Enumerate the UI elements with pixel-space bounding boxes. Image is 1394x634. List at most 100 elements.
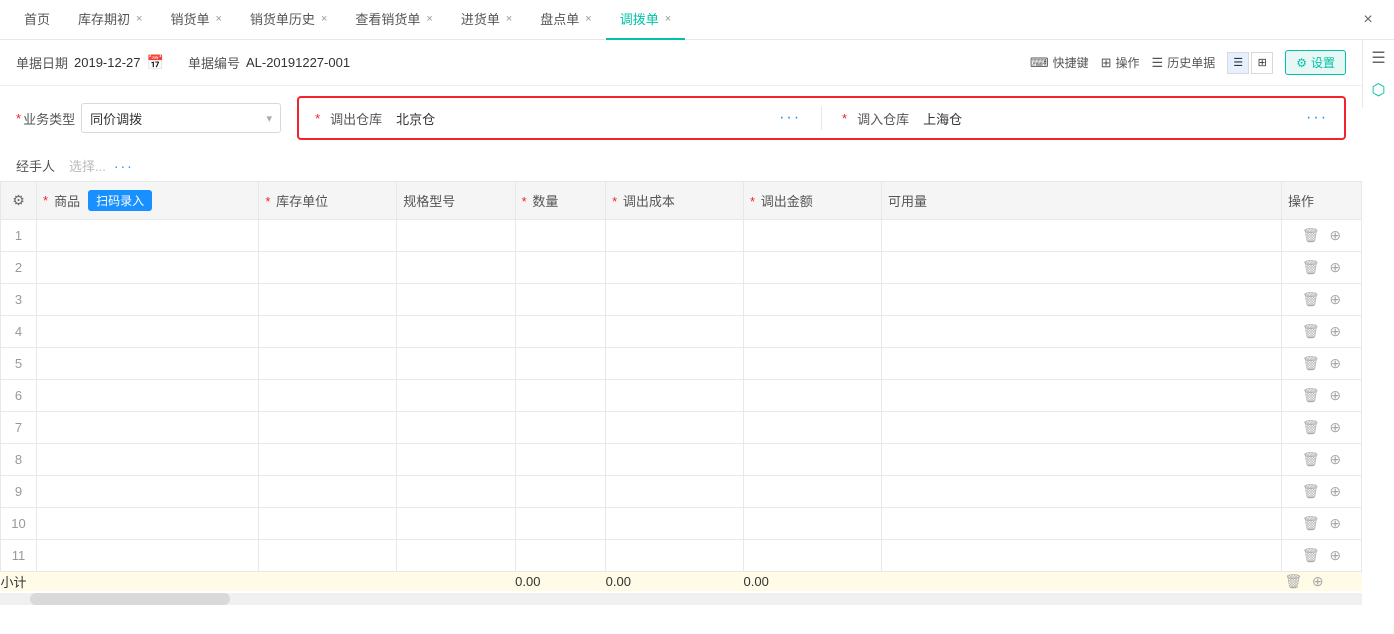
history-btn[interactable]: ☰ 历史单据 xyxy=(1152,54,1216,71)
row-delete-icon-7[interactable]: 🗑 xyxy=(1302,419,1320,435)
row-unit-1[interactable] xyxy=(259,220,397,252)
horizontal-scrollbar[interactable] xyxy=(0,593,1362,605)
row-amount-4[interactable] xyxy=(744,316,882,348)
row-copy-icon-8[interactable]: ⊕ xyxy=(1329,451,1341,467)
tab-close-sales-history[interactable]: × xyxy=(321,13,327,25)
row-product-11[interactable] xyxy=(37,540,259,572)
row-unit-8[interactable] xyxy=(259,444,397,476)
row-cost-4[interactable] xyxy=(606,316,744,348)
tab-close-inventory-check[interactable]: × xyxy=(585,13,591,25)
row-amount-5[interactable] xyxy=(744,348,882,380)
row-qty-2[interactable] xyxy=(515,252,606,284)
in-warehouse-more-btn[interactable]: ··· xyxy=(1306,109,1328,127)
row-available-3[interactable] xyxy=(882,284,1282,316)
row-delete-icon-11[interactable]: 🗑 xyxy=(1302,547,1320,563)
shortcuts-btn[interactable]: ⌨ 快捷键 xyxy=(1030,54,1089,71)
row-amount-11[interactable] xyxy=(744,540,882,572)
row-product-3[interactable] xyxy=(37,284,259,316)
row-amount-6[interactable] xyxy=(744,380,882,412)
row-copy-icon-3[interactable]: ⊕ xyxy=(1329,291,1341,307)
row-qty-1[interactable] xyxy=(515,220,606,252)
row-product-2[interactable] xyxy=(37,252,259,284)
tab-sales-order[interactable]: 销货单 × xyxy=(156,0,235,40)
row-spec-3[interactable] xyxy=(397,284,515,316)
row-qty-9[interactable] xyxy=(515,476,606,508)
row-spec-10[interactable] xyxy=(397,508,515,540)
row-delete-icon-4[interactable]: 🗑 xyxy=(1302,323,1320,339)
tab-close-transfer[interactable]: × xyxy=(665,13,671,25)
row-delete-icon-2[interactable]: 🗑 xyxy=(1302,259,1320,275)
row-cost-2[interactable] xyxy=(606,252,744,284)
row-copy-icon-1[interactable]: ⊕ xyxy=(1329,227,1341,243)
row-product-4[interactable] xyxy=(37,316,259,348)
scan-btn[interactable]: 扫码录入 xyxy=(88,190,152,211)
row-copy-icon-9[interactable]: ⊕ xyxy=(1329,483,1341,499)
row-unit-7[interactable] xyxy=(259,412,397,444)
tab-close-sales-order[interactable]: × xyxy=(215,13,221,25)
tab-close-inventory-init[interactable]: × xyxy=(136,13,142,25)
scrollbar-thumb[interactable] xyxy=(30,593,230,605)
row-unit-9[interactable] xyxy=(259,476,397,508)
table-settings-icon[interactable]: ⚙ xyxy=(12,192,25,208)
tab-close-purchase[interactable]: × xyxy=(506,13,512,25)
sidebar-external-icon[interactable]: ⬡ xyxy=(1372,80,1386,100)
row-delete-icon-1[interactable]: 🗑 xyxy=(1302,227,1320,243)
handler-input[interactable]: 选择... xyxy=(69,156,106,175)
row-spec-5[interactable] xyxy=(397,348,515,380)
row-unit-6[interactable] xyxy=(259,380,397,412)
row-product-1[interactable] xyxy=(37,220,259,252)
row-amount-10[interactable] xyxy=(744,508,882,540)
settings-btn[interactable]: ⚙ 设置 xyxy=(1285,50,1346,75)
row-product-5[interactable] xyxy=(37,348,259,380)
row-cost-7[interactable] xyxy=(606,412,744,444)
tab-sales-history[interactable]: 销货单历史 × xyxy=(236,0,341,40)
row-qty-4[interactable] xyxy=(515,316,606,348)
calendar-icon[interactable]: 📅 xyxy=(147,54,164,71)
row-product-8[interactable] xyxy=(37,444,259,476)
row-available-8[interactable] xyxy=(882,444,1282,476)
row-cost-9[interactable] xyxy=(606,476,744,508)
row-delete-icon-3[interactable]: 🗑 xyxy=(1302,291,1320,307)
row-qty-3[interactable] xyxy=(515,284,606,316)
row-spec-6[interactable] xyxy=(397,380,515,412)
row-unit-11[interactable] xyxy=(259,540,397,572)
row-available-2[interactable] xyxy=(882,252,1282,284)
row-copy-icon-2[interactable]: ⊕ xyxy=(1329,259,1341,275)
row-spec-7[interactable] xyxy=(397,412,515,444)
row-delete-icon-10[interactable]: 🗑 xyxy=(1302,515,1320,531)
row-qty-10[interactable] xyxy=(515,508,606,540)
tab-inventory-init[interactable]: 库存期初 × xyxy=(64,0,156,40)
row-amount-9[interactable] xyxy=(744,476,882,508)
row-cost-5[interactable] xyxy=(606,348,744,380)
row-product-6[interactable] xyxy=(37,380,259,412)
window-close-button[interactable]: × xyxy=(1352,4,1384,36)
row-cost-11[interactable] xyxy=(606,540,744,572)
row-spec-1[interactable] xyxy=(397,220,515,252)
row-copy-icon-7[interactable]: ⊕ xyxy=(1329,419,1341,435)
row-qty-6[interactable] xyxy=(515,380,606,412)
subtotal-delete-icon[interactable]: 🗑 xyxy=(1285,573,1303,589)
row-cost-6[interactable] xyxy=(606,380,744,412)
row-cost-10[interactable] xyxy=(606,508,744,540)
row-unit-5[interactable] xyxy=(259,348,397,380)
operations-btn[interactable]: ⊞ 操作 xyxy=(1101,54,1140,71)
row-copy-icon-10[interactable]: ⊕ xyxy=(1329,515,1341,531)
row-cost-8[interactable] xyxy=(606,444,744,476)
row-delete-icon-8[interactable]: 🗑 xyxy=(1302,451,1320,467)
row-available-6[interactable] xyxy=(882,380,1282,412)
layout-list-btn[interactable]: ☰ xyxy=(1227,52,1249,74)
row-available-1[interactable] xyxy=(882,220,1282,252)
row-spec-11[interactable] xyxy=(397,540,515,572)
row-spec-9[interactable] xyxy=(397,476,515,508)
row-copy-icon-5[interactable]: ⊕ xyxy=(1329,355,1341,371)
row-available-7[interactable] xyxy=(882,412,1282,444)
tab-view-sales[interactable]: 查看销货单 × xyxy=(341,0,446,40)
row-unit-2[interactable] xyxy=(259,252,397,284)
row-cost-1[interactable] xyxy=(606,220,744,252)
sidebar-list-icon[interactable]: ☰ xyxy=(1371,48,1385,68)
subtotal-copy-icon[interactable]: ⊕ xyxy=(1312,573,1324,589)
row-product-9[interactable] xyxy=(37,476,259,508)
biz-type-select[interactable]: 同价调拨 ▾ xyxy=(81,103,281,133)
row-available-5[interactable] xyxy=(882,348,1282,380)
row-amount-7[interactable] xyxy=(744,412,882,444)
